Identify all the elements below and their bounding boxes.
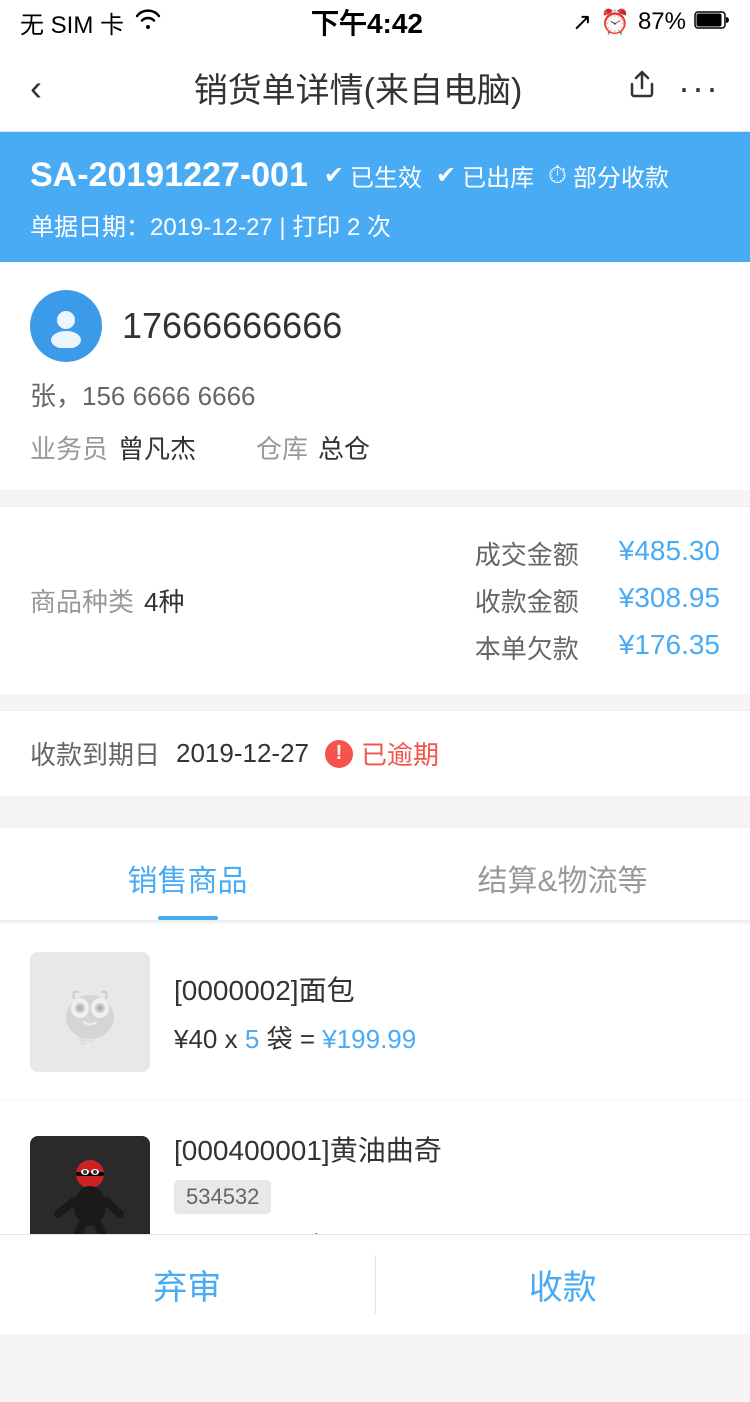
amount-section: 商品种类 4种 成交金额 ¥485.30 收款金额 ¥308.95 本单欠款 ¥… [0, 507, 750, 694]
carrier-text: 无 SIM 卡 [20, 5, 124, 40]
product-sku-2: 534532 [174, 1180, 271, 1214]
amount-details: 成交金额 ¥485.30 收款金额 ¥308.95 本单欠款 ¥176.35 [475, 535, 720, 666]
product-name-1: [0000002]面包 [174, 969, 720, 1009]
clock-icon: ⏱ [548, 162, 567, 190]
overdue-icon: ! [325, 740, 353, 768]
customer-name: 17666666666 [122, 305, 342, 347]
goods-count: 4种 [144, 582, 184, 619]
status-badge-1: ✔ 已生效 [324, 158, 422, 193]
battery-text: 87% [638, 8, 686, 36]
warehouse-meta: 仓库 总仓 [256, 429, 370, 466]
warehouse-label: 仓库 [256, 429, 308, 466]
back-button[interactable]: ‹ [30, 67, 90, 109]
svg-text:鱼+: 鱼+ [78, 1034, 94, 1047]
status-badge-2: ✔ 已出库 [436, 158, 534, 193]
customer-meta: 业务员 曾凡杰 仓库 总仓 [30, 429, 720, 466]
check-icon-2: ✔ [436, 161, 456, 190]
status-badges: ✔ 已生效 ✔ 已出库 ⏱ 部分收款 [324, 158, 669, 193]
tab-settlement[interactable]: 结算&物流等 [375, 828, 750, 920]
receipt-amount-row: 收款金额 ¥308.95 [475, 582, 720, 619]
status-time: 下午4:42 [311, 2, 423, 42]
order-id: SA-20191227-001 [30, 156, 308, 195]
overdue-text: 已逾期 [361, 735, 439, 772]
page-title: 销货单详情(来自电脑) [90, 63, 626, 112]
confirm-button[interactable]: 收款 [376, 1235, 750, 1334]
list-item: 鱼+ [0000002]面包 ¥40 x 5 袋 = ¥199.99 [0, 924, 750, 1101]
debt-label: 本单欠款 [475, 629, 579, 666]
wifi-icon [134, 8, 162, 36]
share-icon[interactable] [626, 68, 658, 108]
goods-type-info: 商品种类 4种 [30, 535, 184, 666]
status-bar: 无 SIM 卡 下午4:42 ↗ ⏰ 87% [0, 0, 750, 44]
check-icon-1: ✔ [324, 161, 344, 190]
salesperson-meta: 业务员 曾凡杰 [30, 429, 196, 466]
avatar [30, 290, 102, 362]
deal-value: ¥485.30 [619, 535, 720, 572]
section-gap [0, 812, 750, 828]
tab-products[interactable]: 销售商品 [0, 828, 375, 920]
nav-actions: ··· [626, 67, 720, 109]
customer-section: 17666666666 张，156 6666 6666 业务员 曾凡杰 仓库 总… [0, 262, 750, 490]
receipt-label: 收款金额 [475, 582, 579, 619]
location-icon: ↗ [572, 8, 592, 37]
goods-type-label: 商品种类 [30, 582, 134, 619]
product-info-1: [0000002]面包 ¥40 x 5 袋 = ¥199.99 [174, 969, 720, 1056]
receipt-value: ¥308.95 [619, 582, 720, 619]
deal-amount-row: 成交金额 ¥485.30 [475, 535, 720, 572]
overdue-badge: ! 已逾期 [325, 735, 439, 772]
customer-detail: 张，156 6666 6666 [30, 376, 720, 413]
nav-bar: ‹ 销货单详情(来自电脑) ··· [0, 44, 750, 132]
product-price-1: ¥40 x 5 袋 = ¥199.99 [174, 1019, 720, 1056]
order-date: 单据日期：2019-12-27 | 打印 2 次 [30, 207, 720, 242]
order-header: SA-20191227-001 ✔ 已生效 ✔ 已出库 ⏱ 部分收款 单据日期：… [0, 132, 750, 262]
deal-label: 成交金额 [475, 535, 579, 572]
more-icon[interactable]: ··· [678, 67, 720, 109]
status-left: 无 SIM 卡 [20, 5, 162, 40]
due-label: 收款到期日 [30, 735, 160, 772]
warehouse-value: 总仓 [318, 429, 370, 466]
cancel-button[interactable]: 弃审 [0, 1235, 375, 1334]
salesperson-value: 曾凡杰 [118, 429, 196, 466]
product-name-2: [000400001]黄油曲奇 [174, 1129, 720, 1169]
bottom-bar: 弃审 收款 [0, 1234, 750, 1334]
status-right: ↗ ⏰ 87% [572, 8, 730, 37]
tabs: 销售商品 结算&物流等 [0, 828, 750, 922]
debt-amount-row: 本单欠款 ¥176.35 [475, 629, 720, 666]
product-thumbnail-1: 鱼+ [30, 952, 150, 1072]
alarm-icon: ⏰ [600, 8, 630, 37]
due-date-section: 收款到期日 2019-12-27 ! 已逾期 [0, 711, 750, 796]
due-date-value: 2019-12-27 [176, 738, 309, 769]
debt-value: ¥176.35 [619, 629, 720, 666]
status-badge-3: ⏱ 部分收款 [548, 158, 669, 193]
battery-icon [694, 8, 730, 36]
salesperson-label: 业务员 [30, 429, 108, 466]
